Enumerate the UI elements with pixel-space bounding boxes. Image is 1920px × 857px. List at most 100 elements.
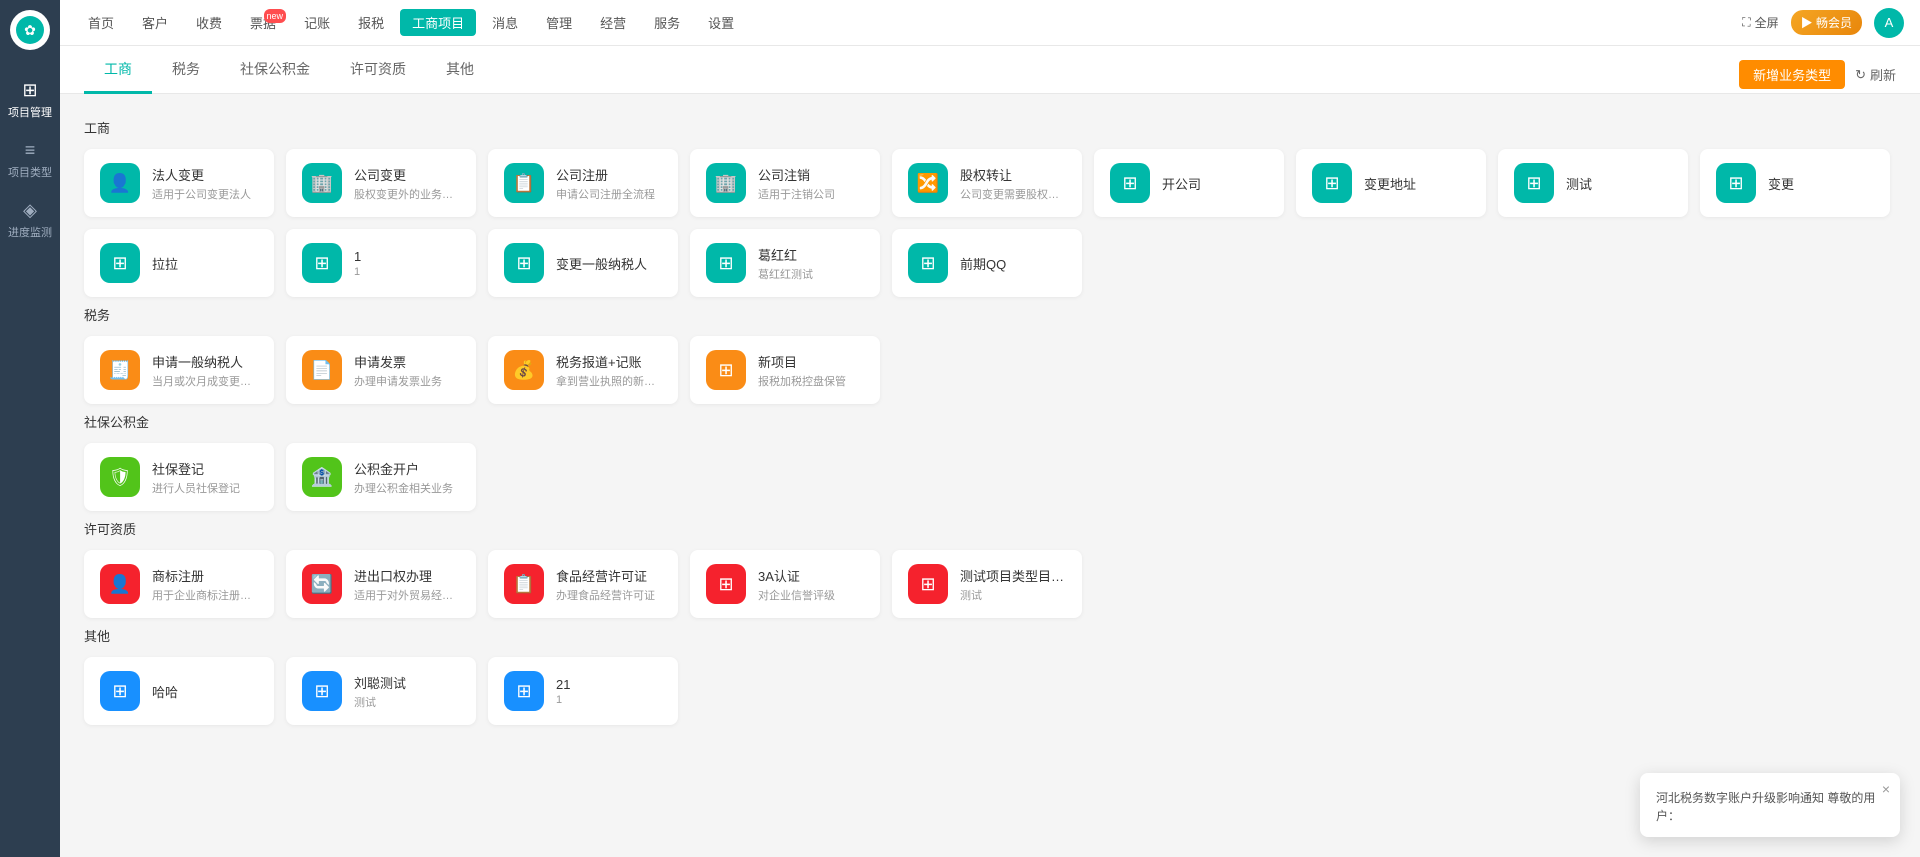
card-name: 申请发票	[354, 352, 460, 371]
main-content: 工商 税务 社保公积金 许可资质 其他 新增业务类型 ↻ 刷新 工商 👤 法人变…	[60, 46, 1920, 857]
card-name: 法人变更	[152, 165, 258, 184]
list-item[interactable]: ⊞ 3A认证 对企业信誉评级	[690, 550, 880, 618]
nav-operate[interactable]: 经营	[588, 9, 638, 36]
card-name: 社保登记	[152, 459, 258, 478]
card-info: 食品经营许可证 办理食品经营许可证	[556, 566, 662, 603]
card-desc: 办理公积金相关业务	[354, 480, 460, 496]
card-info: 3A认证 对企业信誉评级	[758, 566, 864, 603]
card-icon: ⊞	[706, 350, 746, 390]
card-icon: 📋	[504, 163, 544, 203]
card-info: 开公司	[1162, 174, 1268, 193]
card-info: 变更一般纳税人	[556, 254, 662, 273]
list-item[interactable]: 🏢 公司注销 适用于注销公司	[690, 149, 880, 217]
list-item[interactable]: ⊞ 变更	[1700, 149, 1890, 217]
sidebar-item-label: 项目类型	[8, 164, 52, 180]
tab-social-security[interactable]: 社保公积金	[220, 47, 330, 94]
card-info: 进出口权办理 适用于对外贸易经营者	[354, 566, 460, 603]
card-icon: ⊞	[1514, 163, 1554, 203]
card-desc: 1	[556, 694, 662, 706]
nav-ticket[interactable]: 票据 new	[238, 9, 288, 36]
card-info: 社保登记 进行人员社保登记	[152, 459, 258, 496]
nav-fee[interactable]: 收费	[184, 9, 234, 36]
list-item[interactable]: 🏢 公司变更 股权变更外的业务变更	[286, 149, 476, 217]
list-item[interactable]: ⊞ 变更地址	[1296, 149, 1486, 217]
nav-right-section: ⛶ 全屏 ▶ 畅会员 A	[1742, 8, 1904, 38]
list-item[interactable]: 👤 法人变更 适用于公司变更法人	[84, 149, 274, 217]
card-icon: ⊞	[302, 243, 342, 283]
tab-other[interactable]: 其他	[426, 47, 494, 94]
list-item[interactable]: ⊞ 开公司	[1094, 149, 1284, 217]
sidebar-item-label: 进度监测	[8, 224, 52, 240]
list-item[interactable]: ⊞ 拉拉	[84, 229, 274, 297]
list-item[interactable]: 🧾 申请一般纳税人 当月或次月成变更完成	[84, 336, 274, 404]
list-item[interactable]: 📄 申请发票 办理申请发票业务	[286, 336, 476, 404]
list-item[interactable]: ⊞ 测试	[1498, 149, 1688, 217]
nav-customer[interactable]: 客户	[130, 9, 180, 36]
list-item[interactable]: ⊞ 新项目 报税加税控盘保管	[690, 336, 880, 404]
tab-license[interactable]: 许可资质	[330, 47, 426, 94]
card-icon: ⊞	[1716, 163, 1756, 203]
card-info: 公司注销 适用于注销公司	[758, 165, 864, 202]
sidebar-item-progress-monitor[interactable]: ◈ 进度监测	[0, 190, 60, 250]
cards-grid-2: 🛡 社保登记 进行人员社保登记 🏦 公积金开户 办理公积金相关业务	[84, 443, 1896, 511]
grid-icon: ⊞	[22, 80, 37, 101]
card-name: 变更地址	[1364, 174, 1470, 193]
list-item[interactable]: 📋 公司注册 申请公司注册全流程	[488, 149, 678, 217]
cards-grid-1: 🧾 申请一般纳税人 当月或次月成变更完成 📄 申请发票 办理申请发票业务 💰 税…	[84, 336, 1896, 404]
card-info: 公积金开户 办理公积金相关业务	[354, 459, 460, 496]
tab-right-actions: 新增业务类型 ↻ 刷新	[1739, 60, 1896, 89]
card-icon-symbol: 👤	[109, 173, 131, 194]
list-item[interactable]: ⊞ 葛红红 葛红红测试	[690, 229, 880, 297]
refresh-button[interactable]: ↻ 刷新	[1855, 65, 1896, 84]
list-item[interactable]: 💰 税务报道+记账 拿到营业执照的新公司	[488, 336, 678, 404]
card-desc: 用于企业商标注册服务	[152, 587, 258, 603]
nav-tax[interactable]: 报税	[346, 9, 396, 36]
card-name: 股权转让	[960, 165, 1066, 184]
card-name: 公司注销	[758, 165, 864, 184]
nav-service[interactable]: 服务	[642, 9, 692, 36]
tab-industrial[interactable]: 工商	[84, 47, 152, 94]
list-item[interactable]: 📋 食品经营许可证 办理食品经营许可证	[488, 550, 678, 618]
card-icon-symbol: ⊞	[516, 681, 531, 702]
list-item[interactable]: ⊞ 测试项目类型目定义 测试	[892, 550, 1082, 618]
card-icon-symbol: 🔀	[917, 173, 939, 194]
list-item[interactable]: ⊞ 刘聪测试 测试	[286, 657, 476, 725]
fullscreen-button[interactable]: ⛶ 全屏	[1742, 14, 1778, 31]
list-item[interactable]: 👤 商标注册 用于企业商标注册服务	[84, 550, 274, 618]
card-icon: 👤	[100, 564, 140, 604]
nav-settings[interactable]: 设置	[696, 9, 746, 36]
sidebar-item-project-type[interactable]: ≡ 项目类型	[0, 130, 60, 190]
list-item[interactable]: 🔄 进出口权办理 适用于对外贸易经营者	[286, 550, 476, 618]
vip-button[interactable]: ▶ 畅会员	[1791, 10, 1862, 35]
list-item[interactable]: ⊞ 前期QQ	[892, 229, 1082, 297]
nav-home[interactable]: 首页	[76, 9, 126, 36]
sidebar-item-project-manage[interactable]: ⊞ 项目管理	[0, 70, 60, 130]
list-item[interactable]: 🏦 公积金开户 办理公积金相关业务	[286, 443, 476, 511]
list-item[interactable]: ⊞ 变更一般纳税人	[488, 229, 678, 297]
card-name: 开公司	[1162, 174, 1268, 193]
list-item[interactable]: ⊞ 哈哈	[84, 657, 274, 725]
user-avatar[interactable]: A	[1874, 8, 1904, 38]
card-icon: 📄	[302, 350, 342, 390]
card-icon-symbol: ⊞	[516, 253, 531, 274]
card-icon: 🔀	[908, 163, 948, 203]
list-item[interactable]: 🔀 股权转让 公司变更需要股权转让	[892, 149, 1082, 217]
nav-bookkeeping[interactable]: 记账	[292, 9, 342, 36]
card-info: 税务报道+记账 拿到营业执照的新公司	[556, 352, 662, 389]
nav-message[interactable]: 消息	[480, 9, 530, 36]
list-item[interactable]: ⊞ 21 1	[488, 657, 678, 725]
list-item[interactable]: ⊞ 1 1	[286, 229, 476, 297]
monitor-icon: ◈	[23, 200, 37, 221]
nav-manage[interactable]: 管理	[534, 9, 584, 36]
add-business-type-button[interactable]: 新增业务类型	[1739, 60, 1845, 89]
tab-tax[interactable]: 税务	[152, 47, 220, 94]
card-icon: 🛡	[100, 457, 140, 497]
card-icon-symbol: 📄	[311, 360, 333, 381]
section-title-0: 工商	[84, 118, 1896, 137]
card-name: 测试项目类型目定义	[960, 566, 1066, 585]
nav-industrial-project[interactable]: 工商项目	[400, 9, 476, 36]
list-item[interactable]: 🛡 社保登记 进行人员社保登记	[84, 443, 274, 511]
card-icon-symbol: 🏢	[311, 173, 333, 194]
notification-close-button[interactable]: ×	[1882, 781, 1890, 797]
sidebar: ✿ ⊞ 项目管理 ≡ 项目类型 ◈ 进度监测	[0, 0, 60, 857]
